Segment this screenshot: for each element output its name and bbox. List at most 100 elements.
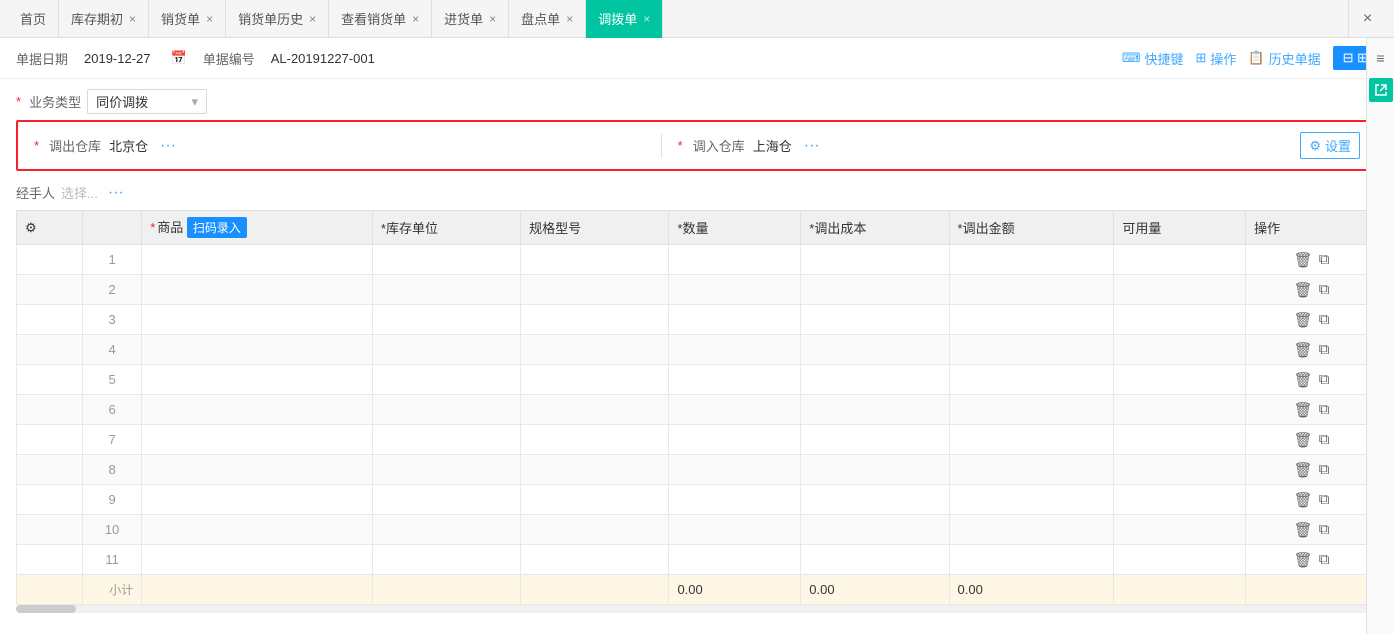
row-unit-cell[interactable] (372, 425, 520, 455)
tab-transfer-close[interactable]: × (643, 12, 650, 26)
row-product-cell[interactable] (142, 455, 373, 485)
row-spec-cell[interactable] (521, 245, 669, 275)
row-available-cell[interactable] (1114, 395, 1246, 425)
row-unit-cell[interactable] (372, 335, 520, 365)
row-unit-cell[interactable] (372, 365, 520, 395)
row-amount-cell[interactable] (949, 485, 1114, 515)
row11-unit-cell[interactable] (372, 545, 520, 575)
tab-sales[interactable]: 销货单 × (149, 0, 226, 38)
copy-icon[interactable]: ⧉ (1319, 311, 1330, 328)
delete-icon[interactable]: 🗑 (1294, 311, 1313, 329)
tab-purchase[interactable]: 进货单 × (432, 0, 509, 38)
row-product-cell[interactable] (142, 395, 373, 425)
row-cost-cell[interactable] (801, 425, 949, 455)
handler-more-icon[interactable]: ··· (108, 185, 124, 201)
row11-cost-cell[interactable] (801, 545, 949, 575)
tab-sales-history-close[interactable]: × (309, 12, 316, 26)
gear-icon-header[interactable]: ⚙ (25, 220, 37, 235)
row-qty-cell[interactable] (669, 425, 801, 455)
delete-icon[interactable]: 🗑 (1294, 431, 1313, 449)
row-unit-cell[interactable] (372, 485, 520, 515)
row-qty-cell[interactable] (669, 275, 801, 305)
row-unit-cell[interactable] (372, 515, 520, 545)
row-product-cell[interactable] (142, 305, 373, 335)
shortcut-button[interactable]: ⌨ 快捷键 (1122, 49, 1184, 68)
sidebar-list-icon[interactable]: ≡ (1369, 46, 1393, 70)
row-amount-cell[interactable] (949, 365, 1114, 395)
row-qty-cell[interactable] (669, 305, 801, 335)
warehouse-settings-button[interactable]: ⚙ 设置 (1300, 132, 1360, 159)
row-product-cell[interactable] (142, 335, 373, 365)
tab-view-sales[interactable]: 查看销货单 × (329, 0, 432, 38)
row-available-cell[interactable] (1114, 485, 1246, 515)
tab-purchase-close[interactable]: × (489, 12, 496, 26)
row-cost-cell[interactable] (801, 275, 949, 305)
row11-product-cell[interactable] (142, 545, 373, 575)
row-available-cell[interactable] (1114, 245, 1246, 275)
delete-icon[interactable]: 🗑 (1294, 401, 1313, 419)
row-unit-cell[interactable] (372, 455, 520, 485)
tab-view-sales-close[interactable]: × (412, 12, 419, 26)
operation-button[interactable]: ⊞ 操作 (1195, 49, 1236, 68)
row-unit-cell[interactable] (372, 245, 520, 275)
handler-input[interactable]: 选择... (61, 183, 98, 202)
row-qty-cell[interactable] (669, 335, 801, 365)
delete-icon[interactable]: 🗑 (1294, 521, 1313, 539)
row-qty-cell[interactable] (669, 395, 801, 425)
row11-available-cell[interactable] (1114, 545, 1246, 575)
row-product-cell[interactable] (142, 365, 373, 395)
tab-sales-history[interactable]: 销货单历史 × (226, 0, 329, 38)
row-qty-cell[interactable] (669, 365, 801, 395)
sidebar-link-icon[interactable] (1369, 78, 1393, 102)
row-cost-cell[interactable] (801, 515, 949, 545)
row-unit-cell[interactable] (372, 395, 520, 425)
copy-icon[interactable]: ⧉ (1319, 521, 1330, 538)
row-product-cell[interactable] (142, 245, 373, 275)
row-product-cell[interactable] (142, 425, 373, 455)
calendar-icon[interactable]: 📅 (171, 50, 187, 66)
row-spec-cell[interactable] (521, 425, 669, 455)
copy-icon[interactable]: ⧉ (1319, 431, 1330, 448)
tab-home[interactable]: 首页 (8, 0, 59, 38)
row-qty-cell[interactable] (669, 245, 801, 275)
delete-icon[interactable]: 🗑 (1294, 551, 1313, 569)
tab-inventory-init[interactable]: 库存期初 × (59, 0, 149, 38)
out-warehouse-more-icon[interactable]: ··· (160, 138, 176, 154)
global-close-button[interactable]: × (1348, 0, 1386, 38)
tab-inventory-check[interactable]: 盘点单 × (509, 0, 586, 38)
row-spec-cell[interactable] (521, 395, 669, 425)
row-cost-cell[interactable] (801, 365, 949, 395)
row11-qty-cell[interactable] (669, 545, 801, 575)
row-cost-cell[interactable] (801, 305, 949, 335)
row-unit-cell[interactable] (372, 305, 520, 335)
row-amount-cell[interactable] (949, 275, 1114, 305)
tab-inventory-check-close[interactable]: × (566, 12, 573, 26)
row-amount-cell[interactable] (949, 455, 1114, 485)
row-available-cell[interactable] (1114, 305, 1246, 335)
row-product-cell[interactable] (142, 485, 373, 515)
delete-icon[interactable]: 🗑 (1294, 371, 1313, 389)
row-cost-cell[interactable] (801, 245, 949, 275)
row-spec-cell[interactable] (521, 485, 669, 515)
copy-icon[interactable]: ⧉ (1319, 551, 1330, 568)
out-warehouse-value[interactable]: 北京仓 (109, 136, 148, 155)
row-qty-cell[interactable] (669, 515, 801, 545)
row-spec-cell[interactable] (521, 305, 669, 335)
copy-icon[interactable]: ⧉ (1319, 281, 1330, 298)
copy-icon[interactable]: ⧉ (1319, 341, 1330, 358)
date-value[interactable]: 2019-12-27 (84, 51, 151, 66)
row-cost-cell[interactable] (801, 485, 949, 515)
row-product-cell[interactable] (142, 275, 373, 305)
row-spec-cell[interactable] (521, 365, 669, 395)
history-button[interactable]: 📋 历史单据 (1248, 49, 1320, 68)
copy-icon[interactable]: ⧉ (1319, 251, 1330, 268)
row11-amount-cell[interactable] (949, 545, 1114, 575)
copy-icon[interactable]: ⧉ (1319, 401, 1330, 418)
in-warehouse-more-icon[interactable]: ··· (804, 138, 820, 154)
row-amount-cell[interactable] (949, 515, 1114, 545)
tab-transfer[interactable]: 调拨单 × (586, 0, 663, 38)
row-spec-cell[interactable] (521, 275, 669, 305)
row11-spec-cell[interactable] (521, 545, 669, 575)
tab-sales-close[interactable]: × (206, 12, 213, 26)
tab-inventory-init-close[interactable]: × (129, 12, 136, 26)
